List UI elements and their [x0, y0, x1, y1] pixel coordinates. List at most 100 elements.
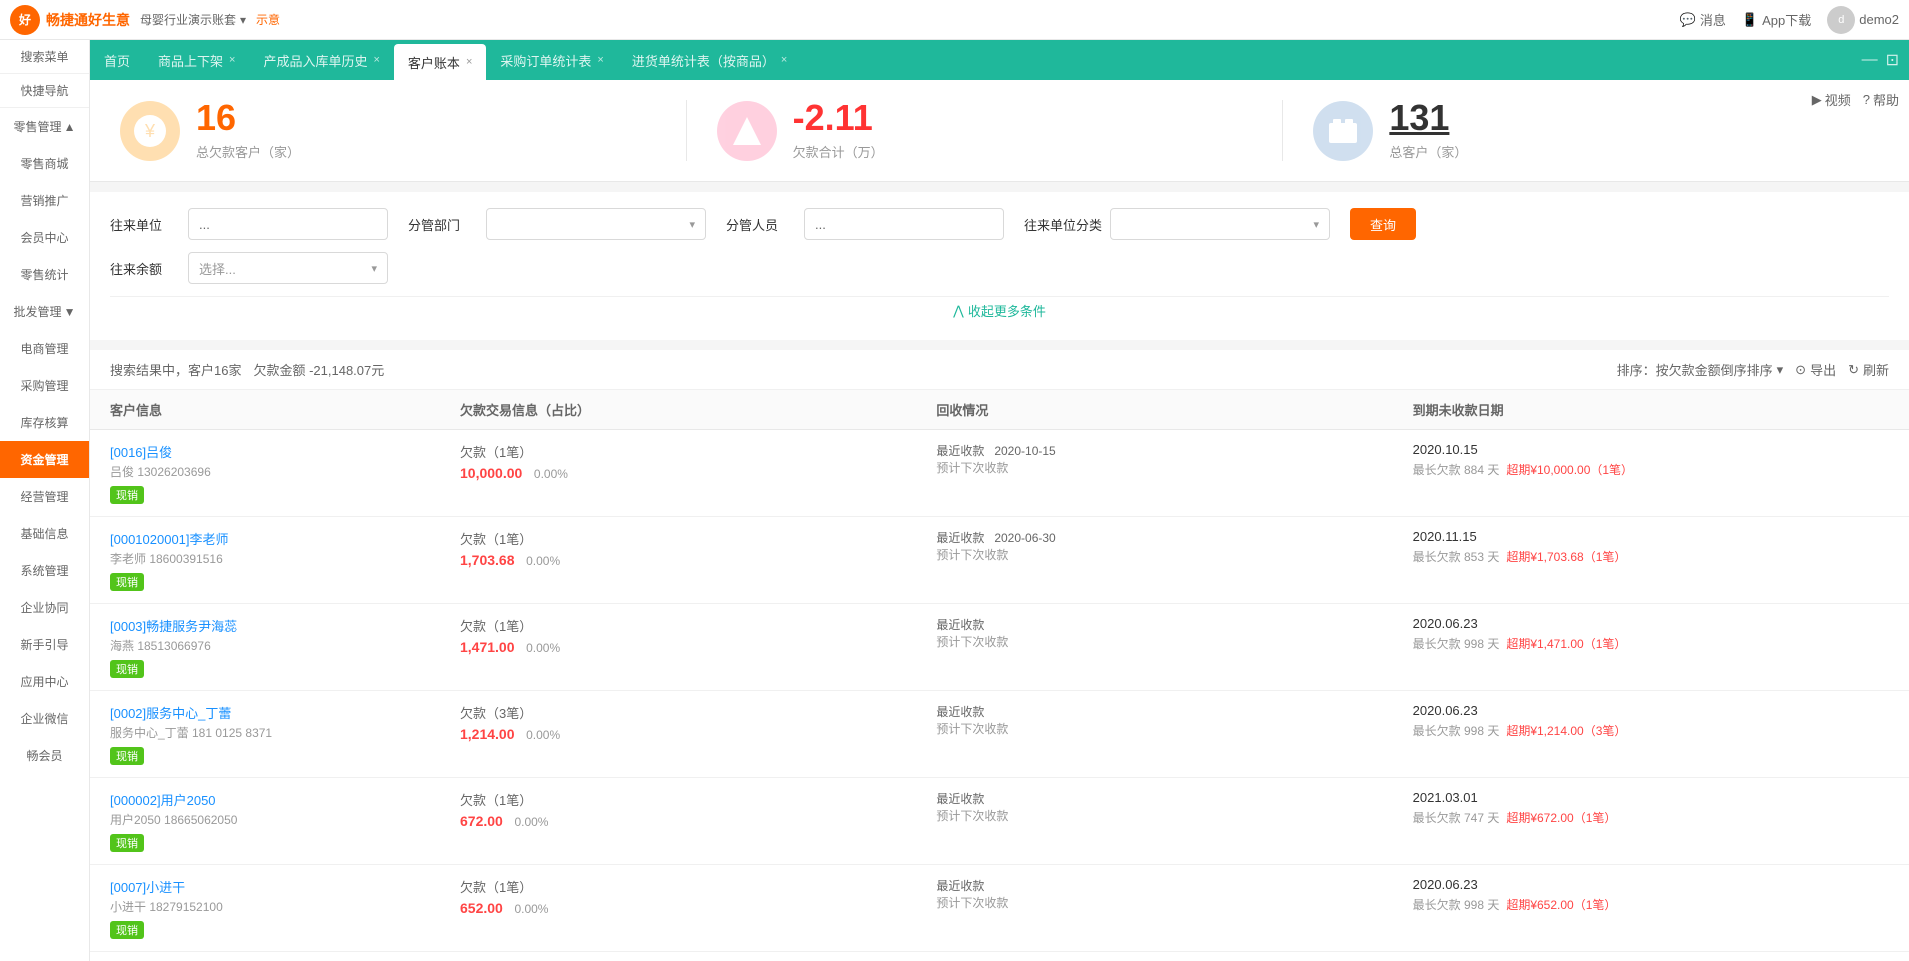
overdue-amount-6[interactable]: 超期¥652.00（1笔） — [1503, 898, 1616, 912]
sidebar-item-search-menu[interactable]: 搜索菜单 — [0, 40, 89, 74]
sidebar-item-ecommerce[interactable]: 电商管理 — [0, 330, 89, 367]
tab-maximize-icon[interactable]: ⊡ — [1886, 50, 1899, 70]
user-area[interactable]: d demo2 — [1827, 6, 1899, 34]
sidebar-item-membership[interactable]: 畅会员 — [0, 737, 89, 774]
customer-name-link-2[interactable]: [0001020001]李老师 — [110, 532, 229, 547]
debt-count-3: 欠款（1笔） — [460, 616, 936, 635]
sidebar-item-quick-nav[interactable]: 快捷导航 — [0, 74, 89, 108]
balance-chevron-icon: ▾ — [371, 262, 377, 275]
customer-name-link-3[interactable]: [0003]畅捷服务尹海蕊 — [110, 619, 237, 634]
sidebar-item-retail-mall[interactable]: 零售商城 — [0, 145, 89, 182]
filter-input-person[interactable]: ... — [804, 208, 1004, 240]
help-btn[interactable]: ? 帮助 — [1863, 90, 1899, 109]
customer-name-link-5[interactable]: [000002]用户2050 — [110, 793, 216, 808]
next-collect-6: 预计下次收款 — [936, 894, 1412, 911]
overdue-amount-4[interactable]: 超期¥1,214.00（3笔） — [1503, 724, 1626, 738]
tab-goods-stats[interactable]: 进货单统计表（按商品） × — [618, 40, 801, 80]
app-download-label: App下载 — [1762, 10, 1811, 29]
collapse-icon: ⋀ — [953, 303, 964, 319]
filter-item-dept: 分管部门 ▾ — [408, 208, 706, 240]
customer-info-3: [0003]畅捷服务尹海蕊 海燕 18513066976 现销 — [110, 616, 460, 678]
sidebar-item-wechat[interactable]: 企业微信 — [0, 700, 89, 737]
customer-info-6: [0007]小进干 小进干 18279152100 现销 — [110, 877, 460, 939]
stat-label-customers: 总客户（家） — [1389, 142, 1849, 161]
customer-name-link-1[interactable]: [0016]吕俊 — [110, 445, 172, 460]
sidebar-item-enterprise[interactable]: 企业协同 — [0, 589, 89, 626]
chevron-icon: ▲ — [64, 120, 76, 134]
message-label: 消息 — [1700, 10, 1726, 29]
sidebar-item-system[interactable]: 系统管理 — [0, 552, 89, 589]
overdue-days-3: 最长欠款 998 天 — [1413, 637, 1500, 651]
table-row: [000002]用户2050 用户2050 18665062050 现销 欠款（… — [90, 778, 1909, 865]
sidebar-item-app-center[interactable]: 应用中心 — [0, 663, 89, 700]
table-row: [0002]服务中心_丁蕾 服务中心_丁蕾 181 0125 8371 现销 欠… — [90, 691, 1909, 778]
sidebar-item-purchase[interactable]: 采购管理 — [0, 367, 89, 404]
message-btn[interactable]: 💬 消息 — [1680, 10, 1726, 29]
customer-info-4: [0002]服务中心_丁蕾 服务中心_丁蕾 181 0125 8371 现销 — [110, 703, 460, 765]
filter-select-category[interactable]: ▾ — [1110, 208, 1330, 240]
debt-info-6: 欠款（1笔） 652.00 0.00% — [460, 877, 936, 916]
sidebar-item-member-center[interactable]: 会员中心 — [0, 219, 89, 256]
stat-label-debtors: 总欠款客户（家） — [196, 142, 656, 161]
avatar: d — [1827, 6, 1855, 34]
tab-home[interactable]: 首页 — [90, 40, 144, 80]
tab-customer-ledger-label: 客户账本 — [408, 53, 460, 72]
sidebar-item-wholesale-mgmt[interactable]: 批发管理 ▼ — [0, 293, 89, 330]
tab-purchase-stats-close[interactable]: × — [597, 54, 603, 66]
filter-area: 往来单位 ... 分管部门 ▾ — [90, 192, 1909, 340]
sidebar-item-retail-stats[interactable]: 零售统计 — [0, 256, 89, 293]
filter-select-dept[interactable]: ▾ — [486, 208, 706, 240]
overdue-amount-5[interactable]: 超期¥672.00（1笔） — [1503, 811, 1616, 825]
overdue-amount-3[interactable]: 超期¥1,471.00（1笔） — [1503, 637, 1626, 651]
filter-input-partner[interactable]: ... — [188, 208, 388, 240]
tab-product-listing[interactable]: 商品上下架 × — [144, 40, 249, 80]
store-selector[interactable]: 母婴行业演示账套 ▾ — [140, 11, 246, 28]
video-btn[interactable]: ▶ 视频 — [1812, 90, 1851, 109]
refresh-btn[interactable]: ↻ 刷新 — [1848, 360, 1889, 379]
overdue-amount-1[interactable]: 超期¥10,000.00（1笔） — [1503, 463, 1633, 477]
sidebar-item-finance[interactable]: 资金管理 — [0, 441, 89, 478]
tab-customer-ledger[interactable]: 客户账本 × — [394, 44, 486, 80]
table-row: [0003]畅捷服务尹海蕊 海燕 18513066976 现销 欠款（1笔） 1… — [90, 604, 1909, 691]
customer-name-link-4[interactable]: [0002]服务中心_丁蕾 — [110, 706, 231, 721]
tab-product-listing-close[interactable]: × — [229, 54, 235, 66]
sort-select[interactable]: 排序：按欠款金额倒序排序 ▾ — [1617, 360, 1784, 379]
filter-input-person-dots: ... — [815, 217, 826, 232]
sidebar-item-inventory[interactable]: 库存核算 — [0, 404, 89, 441]
filter-select-balance[interactable]: 选择... ▾ — [188, 252, 388, 284]
due-date-3: 2020.06.23 — [1413, 616, 1889, 631]
tab-finished-goods[interactable]: 产成品入库单历史 × — [249, 40, 393, 80]
app-download-btn[interactable]: 📱 App下载 — [1742, 10, 1811, 29]
tab-customer-ledger-close[interactable]: × — [466, 56, 472, 68]
tab-minimize-icon[interactable]: — — [1862, 51, 1878, 69]
last-collect-6: 最近收款 — [936, 877, 1412, 894]
table-row: [0016]吕俊 吕俊 13026203696 现销 欠款（1笔） 10,000… — [90, 430, 1909, 517]
nav-label[interactable]: 示意 — [256, 11, 280, 28]
sidebar-item-retail-mgmt[interactable]: 零售管理 ▲ — [0, 108, 89, 145]
tab-purchase-stats[interactable]: 采购订单统计表 × — [486, 40, 617, 80]
query-button[interactable]: 查询 — [1350, 208, 1416, 240]
collapse-bar[interactable]: ⋀ 收起更多条件 — [110, 296, 1889, 324]
result-actions: 排序：按欠款金额倒序排序 ▾ ⊙ 导出 ↻ 刷新 — [1617, 360, 1889, 379]
due-info-5: 2021.03.01 最长欠款 747 天 超期¥672.00（1笔） — [1413, 790, 1889, 826]
overdue-amount-2[interactable]: 超期¥1,703.68（1笔） — [1503, 550, 1626, 564]
sidebar-item-operations[interactable]: 经营管理 — [0, 478, 89, 515]
sidebar-item-basic-info[interactable]: 基础信息 — [0, 515, 89, 552]
due-date-1: 2020.10.15 — [1413, 442, 1889, 457]
export-btn[interactable]: ⊙ 导出 — [1795, 360, 1836, 379]
customer-tag-1: 现销 — [110, 486, 144, 504]
customer-info-1: [0016]吕俊 吕俊 13026203696 现销 — [110, 442, 460, 504]
tab-goods-stats-close[interactable]: × — [781, 54, 787, 66]
sidebar-item-marketing[interactable]: 营销推广 — [0, 182, 89, 219]
debt-count-6: 欠款（1笔） — [460, 877, 936, 896]
logo-icon: 好 — [10, 5, 40, 35]
tab-finished-goods-close[interactable]: × — [373, 54, 379, 66]
top-bar-left: 好 畅捷通好生意 母婴行业演示账套 ▾ 示意 — [10, 5, 280, 35]
customer-name-link-6[interactable]: [0007]小进干 — [110, 880, 185, 895]
next-collect-5: 预计下次收款 — [936, 807, 1412, 824]
customer-tag-2: 现销 — [110, 573, 144, 591]
stat-info-debt: -2.11 欠款合计（万） — [793, 100, 1253, 161]
data-table: 客户信息 欠款交易信息（占比） 回收情况 到期未收款日期 [0016]吕俊 吕俊… — [90, 390, 1909, 961]
debt-pct-5: 0.00% — [514, 815, 548, 829]
sidebar-item-newbie[interactable]: 新手引导 — [0, 626, 89, 663]
